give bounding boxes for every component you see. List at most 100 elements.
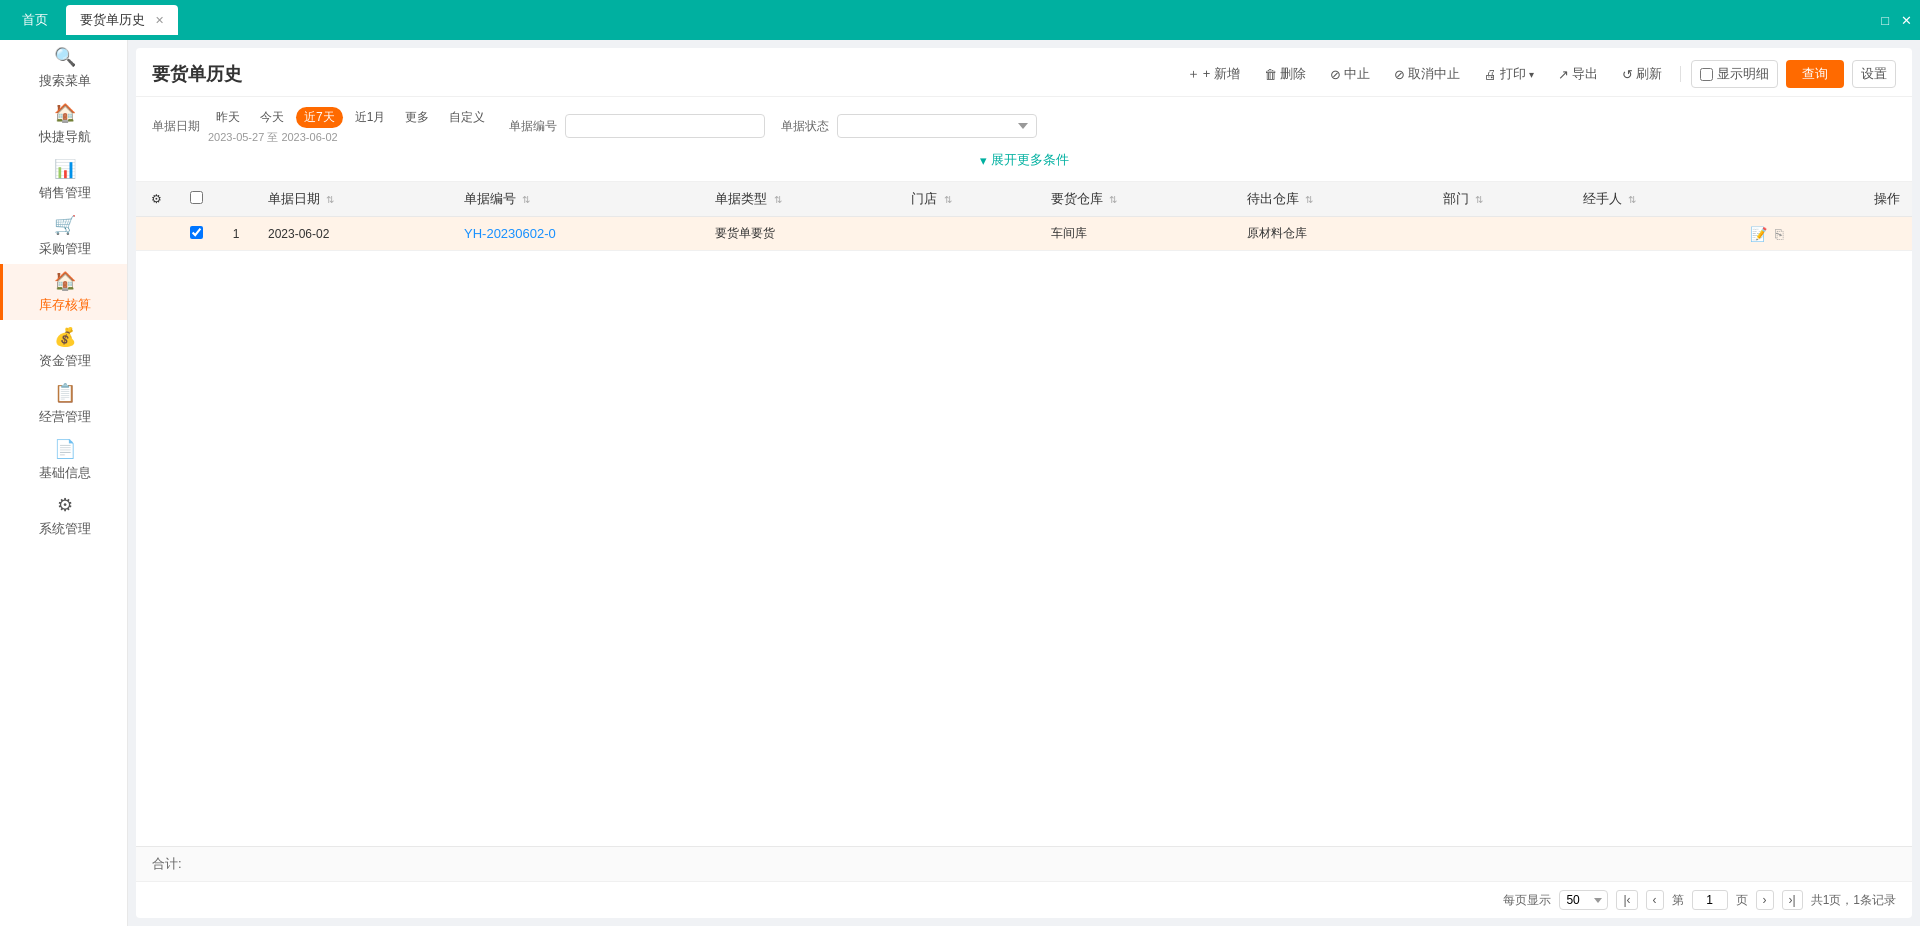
col-store[interactable]: 门店 ⇅ xyxy=(899,182,1039,217)
sort-dept-icon: ⇅ xyxy=(1475,194,1483,205)
status-label: 单据状态 xyxy=(781,118,829,135)
page-label: 页 xyxy=(1736,892,1748,909)
sidebar-item-basic-info[interactable]: 📄 基础信息 xyxy=(0,432,127,488)
sidebar-item-operations[interactable]: 📋 经营管理 xyxy=(0,376,127,432)
status-filter-group: 单据状态 xyxy=(781,114,1037,138)
delete-icon: 🗑 xyxy=(1264,67,1277,82)
next-page-button[interactable]: › xyxy=(1756,890,1774,910)
page-number-input[interactable] xyxy=(1692,890,1728,910)
row-settings-cell xyxy=(136,217,176,251)
last-page-button[interactable]: ›| xyxy=(1782,890,1803,910)
close-icon[interactable]: ✕ xyxy=(1901,13,1912,28)
pagination-bar: 每页显示 50 20 100 |‹ ‹ 第 页 › ›| 共1页，1条记录 xyxy=(136,881,1912,918)
sidebar-item-purchase[interactable]: 🛒 采购管理 xyxy=(0,208,127,264)
display-detail-button[interactable]: 显示明细 xyxy=(1691,60,1778,88)
query-button[interactable]: 查询 xyxy=(1786,60,1844,88)
tab-home-label: 首页 xyxy=(22,11,48,29)
stop-button[interactable]: ⊘ 中止 xyxy=(1322,61,1378,87)
table-row[interactable]: 1 2023-06-02 YH-20230602-0 要货单要货 车间库 原材料… xyxy=(136,217,1912,251)
sidebar-item-basicinfo-label: 基础信息 xyxy=(39,464,91,482)
settings-button[interactable]: 设置 xyxy=(1852,60,1896,88)
doc-no-link[interactable]: YH-20230602-0 xyxy=(464,226,556,241)
page-header: 要货单历史 ＋ + 新增 🗑 删除 ⊘ 中止 ⊘ 取消中止 xyxy=(136,48,1912,97)
sidebar-item-purchase-label: 采购管理 xyxy=(39,240,91,258)
row-doc-no-cell[interactable]: YH-20230602-0 xyxy=(452,217,703,251)
prev-page-button[interactable]: ‹ xyxy=(1646,890,1664,910)
sidebar-item-operations-label: 经营管理 xyxy=(39,408,91,426)
cancel-stop-label: 取消中止 xyxy=(1408,65,1460,83)
row-edit-icon[interactable]: 📝 xyxy=(1750,226,1767,242)
row-dept-cell xyxy=(1431,217,1571,251)
operations-icon: 📋 xyxy=(54,382,76,404)
col-doc-type[interactable]: 单据类型 ⇅ xyxy=(703,182,899,217)
refresh-button[interactable]: ↺ 刷新 xyxy=(1614,61,1670,87)
export-button[interactable]: ↗ 导出 xyxy=(1550,61,1606,87)
print-dropdown-icon: ▾ xyxy=(1529,69,1534,80)
table-footer: 合计: xyxy=(136,846,1912,881)
col-handler[interactable]: 经手人 ⇅ xyxy=(1571,182,1739,217)
sidebar-item-finance[interactable]: 💰 资金管理 xyxy=(0,320,127,376)
col-req-warehouse[interactable]: 要货仓库 ⇅ xyxy=(1039,182,1235,217)
maximize-icon[interactable]: □ xyxy=(1881,13,1889,28)
tab-home[interactable]: 首页 xyxy=(8,5,62,35)
col-settings[interactable]: ⚙ xyxy=(136,182,176,217)
table-wrapper: ⚙ 单据日期 ⇅ 单据编号 ⇅ xyxy=(136,182,1912,846)
tab-requisition-history[interactable]: 要货单历史 ✕ xyxy=(66,5,178,35)
toolbar: ＋ + 新增 🗑 删除 ⊘ 中止 ⊘ 取消中止 🖨 打印 xyxy=(1179,60,1896,88)
cancel-stop-button[interactable]: ⊘ 取消中止 xyxy=(1386,61,1468,87)
tab-close-icon[interactable]: ✕ xyxy=(155,14,164,27)
sidebar-item-system[interactable]: ⚙ 系统管理 xyxy=(0,488,127,544)
status-select[interactable] xyxy=(837,114,1037,138)
stop-icon: ⊘ xyxy=(1330,67,1341,82)
display-detail-label: 显示明细 xyxy=(1717,65,1769,83)
col-department[interactable]: 部门 ⇅ xyxy=(1431,182,1571,217)
refresh-icon: ↺ xyxy=(1622,67,1633,82)
print-label: 打印 xyxy=(1500,65,1526,83)
new-button[interactable]: ＋ + 新增 xyxy=(1179,61,1248,87)
tab-requisition-label: 要货单历史 xyxy=(80,11,145,29)
page-title: 要货单历史 xyxy=(152,62,242,86)
col-doc-no[interactable]: 单据编号 ⇅ xyxy=(452,182,703,217)
date-filter-label: 单据日期 xyxy=(152,118,200,135)
sidebar-item-inventory-label: 库存核算 xyxy=(39,296,91,314)
page-size-select[interactable]: 50 20 100 xyxy=(1559,890,1608,910)
date-pill-1month[interactable]: 近1月 xyxy=(347,107,394,128)
expand-more-btn[interactable]: ▾ 展开更多条件 xyxy=(152,145,1896,175)
basic-info-icon: 📄 xyxy=(54,438,76,460)
date-pill-today[interactable]: 今天 xyxy=(252,107,292,128)
data-table: ⚙ 单据日期 ⇅ 单据编号 ⇅ xyxy=(136,182,1912,251)
row-handler-cell xyxy=(1571,217,1739,251)
select-all-checkbox[interactable] xyxy=(190,191,203,204)
row-copy-icon[interactable]: ⎘ xyxy=(1775,226,1783,242)
export-icon: ↗ xyxy=(1558,67,1569,82)
table-header-row: ⚙ 单据日期 ⇅ 单据编号 ⇅ xyxy=(136,182,1912,217)
page-total: 共1页，1条记录 xyxy=(1811,892,1896,909)
date-pill-custom[interactable]: 自定义 xyxy=(441,107,493,128)
first-page-button[interactable]: |‹ xyxy=(1616,890,1637,910)
sidebar-item-finance-label: 资金管理 xyxy=(39,352,91,370)
sidebar-item-search-menu[interactable]: 🔍 搜索菜单 xyxy=(0,40,127,96)
date-pill-yesterday[interactable]: 昨天 xyxy=(208,107,248,128)
col-pending-warehouse[interactable]: 待出仓库 ⇅ xyxy=(1235,182,1431,217)
print-button[interactable]: 🖨 打印 ▾ xyxy=(1476,61,1542,87)
date-pill-7days[interactable]: 近7天 xyxy=(296,107,343,128)
inventory-icon: 🏠 xyxy=(54,270,76,292)
sidebar-item-search-label: 搜索菜单 xyxy=(39,72,91,90)
date-pill-more[interactable]: 更多 xyxy=(397,107,437,128)
summary-label: 合计: xyxy=(152,856,182,871)
display-detail-checkbox[interactable] xyxy=(1700,68,1713,81)
col-doc-date[interactable]: 单据日期 ⇅ xyxy=(256,182,452,217)
search-menu-icon: 🔍 xyxy=(54,46,76,68)
sidebar: 🔍 搜索菜单 🏠 快捷导航 📊 销售管理 🛒 采购管理 🏠 库存核算 💰 资金管… xyxy=(0,40,128,926)
sidebar-item-quick-nav[interactable]: 🏠 快捷导航 xyxy=(0,96,127,152)
delete-button[interactable]: 🗑 删除 xyxy=(1256,61,1314,87)
row-num-cell: 1 xyxy=(216,217,256,251)
settings-label: 设置 xyxy=(1861,65,1887,83)
query-label: 查询 xyxy=(1802,65,1828,83)
sort-store-icon: ⇅ xyxy=(944,194,952,205)
sidebar-item-inventory[interactable]: 🏠 库存核算 xyxy=(0,264,127,320)
row-checkbox[interactable] xyxy=(190,226,203,239)
sales-icon: 📊 xyxy=(54,158,76,180)
sidebar-item-sales[interactable]: 📊 销售管理 xyxy=(0,152,127,208)
doc-no-input[interactable] xyxy=(565,114,765,138)
